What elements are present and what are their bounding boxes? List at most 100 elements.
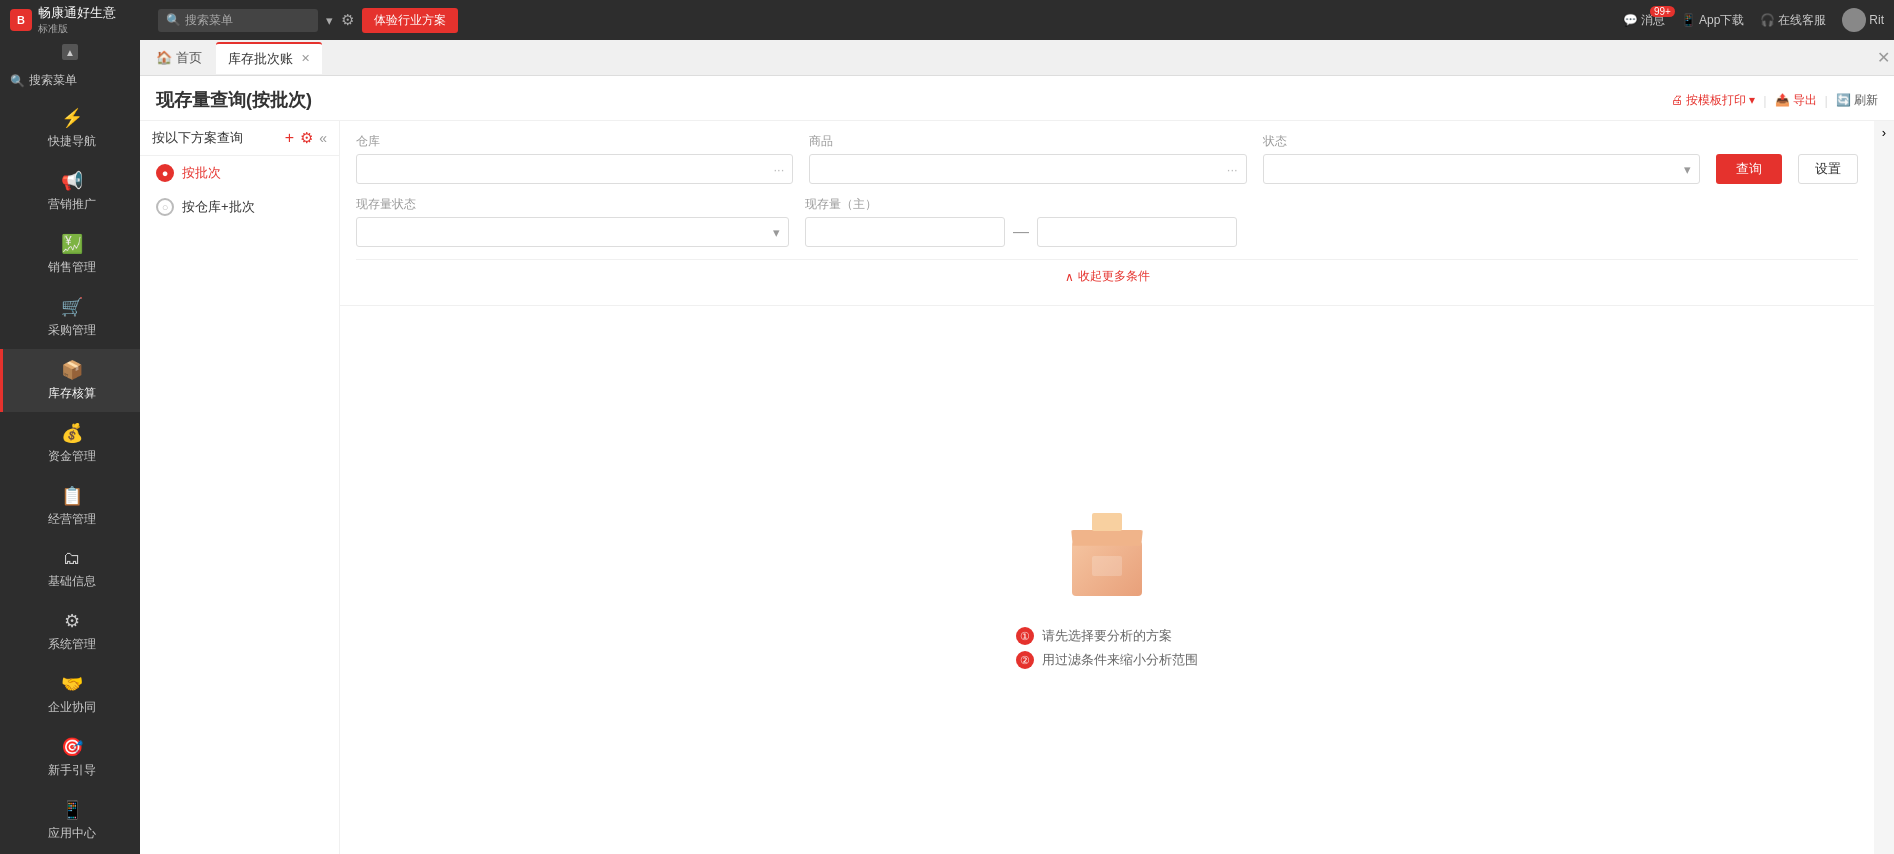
search-icon: 🔍 xyxy=(10,74,25,88)
sidebar-item-sales[interactable]: 💹 销售管理 xyxy=(0,223,140,286)
enterprise-icon: 🤝 xyxy=(61,673,83,695)
tab-inventory-label: 库存批次账 xyxy=(228,50,293,68)
divider2: | xyxy=(1825,93,1828,108)
sidebar-item-marketing[interactable]: 📢 营销推广 xyxy=(0,160,140,223)
filter-row-1: 仓库 ··· 商品 ··· xyxy=(356,133,1858,184)
app-download-item[interactable]: 📱 App下载 xyxy=(1681,12,1744,29)
filter-item-batch[interactable]: ● 按批次 xyxy=(140,156,339,190)
sidebar-item-purchase[interactable]: 🛒 采购管理 xyxy=(0,286,140,349)
scheme-settings-icon[interactable]: ⚙ xyxy=(300,129,313,147)
collapse-more-btn[interactable]: ∧ 收起更多条件 xyxy=(356,259,1858,293)
step-1-text: 请先选择要分析的方案 xyxy=(1042,627,1172,645)
setup-button[interactable]: 设置 xyxy=(1798,154,1858,184)
status-arrow: ▾ xyxy=(1684,162,1691,177)
tab-home[interactable]: 🏠 首页 xyxy=(144,42,214,74)
marketing-icon: 📢 xyxy=(61,170,83,192)
filter-header-actions: + ⚙ « xyxy=(285,129,327,147)
collapse-panel-btn[interactable]: « xyxy=(319,130,327,146)
trial-button[interactable]: 体验行业方案 xyxy=(362,8,458,33)
sidebar-item-shortcut[interactable]: ⚡ 快捷导航 xyxy=(0,97,140,160)
tab-inventory-batch[interactable]: 库存批次账 ✕ xyxy=(216,42,322,74)
home-icon: 🏠 xyxy=(156,50,172,65)
search-label: 搜索菜单 xyxy=(29,72,77,89)
online-service-item[interactable]: 🎧 在线客服 xyxy=(1760,12,1826,29)
right-side-panel[interactable]: › xyxy=(1874,121,1894,854)
sidebar-item-basic[interactable]: 🗂 基础信息 xyxy=(0,538,140,600)
warehouse-batch-icon: ○ xyxy=(156,198,174,216)
messages-item[interactable]: 💬 消息 99+ xyxy=(1623,12,1665,29)
export-label: 导出 xyxy=(1793,92,1817,109)
export-icon: 📤 xyxy=(1775,93,1790,107)
phone-icon: 📱 xyxy=(1681,13,1696,27)
tab-bar: 🏠 首页 库存批次账 ✕ ✕ xyxy=(140,40,1894,76)
inventory-status-select[interactable]: ▾ xyxy=(356,217,789,247)
scroll-up-btn[interactable]: ▲ xyxy=(62,44,78,60)
inventory-main-from[interactable] xyxy=(805,217,1005,247)
refresh-label: 刷新 xyxy=(1854,92,1878,109)
appstore-label: 应用中心 xyxy=(48,825,96,842)
inventory-main-label: 现存量（主） xyxy=(805,196,1005,213)
refresh-button[interactable]: 🔄 刷新 xyxy=(1836,92,1878,109)
sidebar-item-appstore[interactable]: 📱 应用中心 xyxy=(0,789,140,852)
finance-label: 资金管理 xyxy=(48,448,96,465)
tab-bar-close-btn[interactable]: ✕ xyxy=(1877,48,1890,67)
body-split: 按以下方案查询 + ⚙ « ● 按批次 ○ 按仓库+批次 xyxy=(140,121,1894,854)
product-input[interactable]: ··· xyxy=(809,154,1246,184)
search-bar[interactable]: 🔍 搜索菜单 xyxy=(158,9,318,32)
print-button[interactable]: 🖨 按模板打印 ▾ xyxy=(1671,92,1755,109)
add-scheme-btn[interactable]: + xyxy=(285,129,294,147)
sidebar-item-newbie[interactable]: 🎯 新手引导 xyxy=(0,726,140,789)
inventory-main-to[interactable] xyxy=(1037,217,1237,247)
refresh-icon: 🔄 xyxy=(1836,93,1851,107)
sidebar-item-system[interactable]: ⚙ 系统管理 xyxy=(0,600,140,663)
sidebar: ▲ 🔍 搜索菜单 ⚡ 快捷导航 📢 营销推广 💹 销售管理 🛒 采购管理 📦 库… xyxy=(0,40,140,854)
inventory-main-group: 现存量（主） — xyxy=(805,196,1238,247)
page-actions: 🖨 按模板打印 ▾ | 📤 导出 | 🔄 刷新 xyxy=(1671,92,1878,109)
system-icon: ⚙ xyxy=(64,610,80,632)
tab-close-icon[interactable]: ✕ xyxy=(301,52,310,65)
warehouse-input[interactable]: ··· xyxy=(356,154,793,184)
status-label: 状态 xyxy=(1263,133,1700,150)
system-label: 系统管理 xyxy=(48,636,96,653)
batch-label: 按批次 xyxy=(182,164,221,182)
product-dots: ··· xyxy=(1227,162,1238,177)
sidebar-item-finance[interactable]: 💰 资金管理 xyxy=(0,412,140,475)
topbar-center: 🔍 搜索菜单 ▾ ⚙ 体验行业方案 xyxy=(158,8,1615,33)
online-service-label: 在线客服 xyxy=(1778,12,1826,29)
main-layout: ▲ 🔍 搜索菜单 ⚡ 快捷导航 📢 营销推广 💹 销售管理 🛒 采购管理 📦 库… xyxy=(0,40,1894,854)
user-avatar[interactable]: Rit xyxy=(1842,8,1884,32)
edition-label: 标准版 xyxy=(38,22,116,36)
basic-label: 基础信息 xyxy=(48,573,96,590)
dropdown-icon[interactable]: ▾ xyxy=(326,13,333,28)
step-2-text: 用过滤条件来缩小分析范围 xyxy=(1042,651,1198,669)
message-badge: 99+ xyxy=(1650,6,1675,17)
filter-title: 按以下方案查询 xyxy=(152,129,243,147)
brand-name: 畅康通好生意 xyxy=(38,4,116,22)
print-dropdown-icon[interactable]: ▾ xyxy=(1749,93,1755,107)
sidebar-item-enterprise[interactable]: 🤝 企业协同 xyxy=(0,663,140,726)
topbar-right: 💬 消息 99+ 📱 App下载 🎧 在线客服 Rit xyxy=(1623,8,1884,32)
avatar xyxy=(1842,8,1866,32)
status-filter-group: 状态 ▾ xyxy=(1263,133,1700,184)
page-header: 现存量查询(按批次) 🖨 按模板打印 ▾ | 📤 导出 | 🔄 xyxy=(140,76,1894,121)
sidebar-search[interactable]: 🔍 搜索菜单 xyxy=(0,64,140,97)
product-filter-group: 商品 ··· xyxy=(809,133,1246,184)
export-button[interactable]: 📤 导出 xyxy=(1775,92,1817,109)
purchase-label: 采购管理 xyxy=(48,322,96,339)
sales-icon: 💹 xyxy=(61,233,83,255)
status-select[interactable]: ▾ xyxy=(1263,154,1700,184)
inventory-label: 库存核算 xyxy=(48,385,96,402)
sidebar-scroll-up[interactable]: ▲ xyxy=(0,40,140,64)
newbie-icon: 🎯 xyxy=(61,736,83,758)
gear-icon[interactable]: ⚙ xyxy=(341,11,354,29)
topbar: B 畅康通好生意 标准版 🔍 搜索菜单 ▾ ⚙ 体验行业方案 💬 消息 99+ … xyxy=(0,0,1894,40)
warehouse-label: 仓库 xyxy=(356,133,793,150)
print-label: 按模板打印 xyxy=(1686,92,1746,109)
newbie-label: 新手引导 xyxy=(48,762,96,779)
empty-step-2: ② 用过滤条件来缩小分析范围 xyxy=(1016,651,1198,669)
sidebar-item-inventory[interactable]: 📦 库存核算 xyxy=(0,349,140,412)
query-button[interactable]: 查询 xyxy=(1716,154,1782,184)
empty-illustration xyxy=(1047,491,1167,611)
sidebar-item-operation[interactable]: 📋 经营管理 xyxy=(0,475,140,538)
filter-item-warehouse-batch[interactable]: ○ 按仓库+批次 xyxy=(140,190,339,224)
